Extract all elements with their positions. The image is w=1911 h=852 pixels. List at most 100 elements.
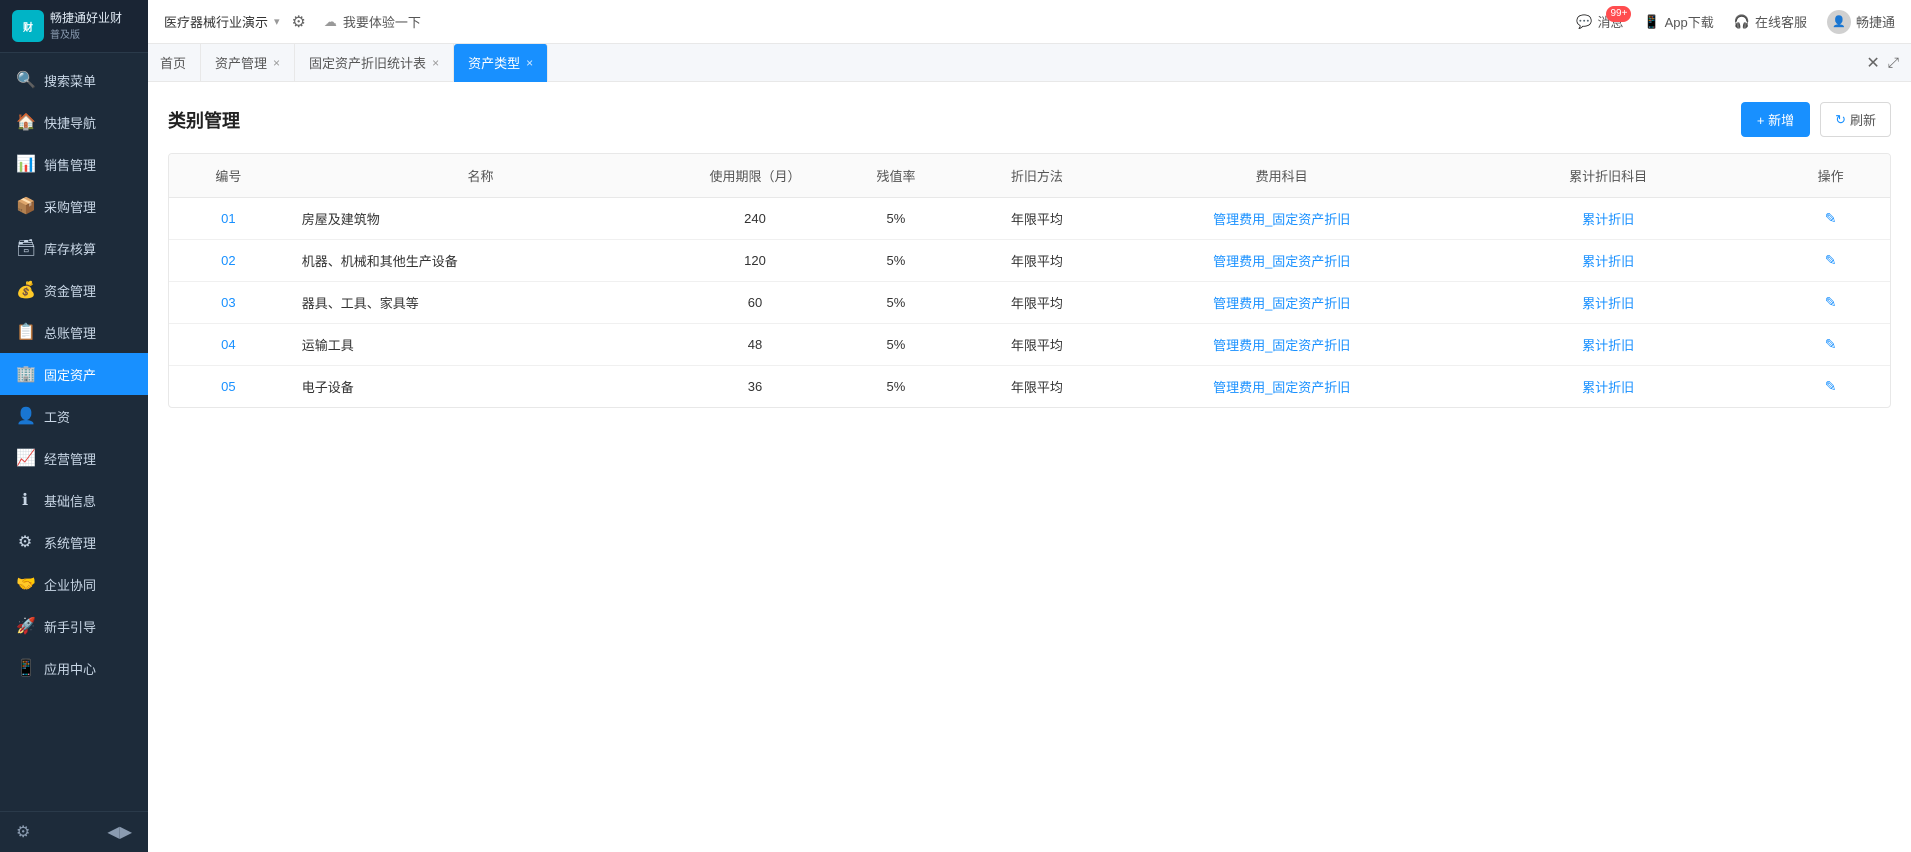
sidebar-item-label: 快捷导航: [44, 113, 96, 132]
ledger-icon: 📋: [16, 322, 34, 342]
tab-资产类型[interactable]: 资产类型×: [454, 44, 548, 82]
cell-period: 60: [673, 282, 836, 324]
sidebar-logo: 财 畅捷通好业财 普及版: [0, 0, 148, 53]
messages-button[interactable]: 💬 消息 99+: [1576, 12, 1623, 31]
cell-action: ✎: [1771, 240, 1890, 282]
trial-text: 我要体验一下: [343, 12, 421, 31]
cell-accumulated: 累计折旧: [1445, 198, 1771, 240]
app-name: 畅捷通好业财: [50, 11, 122, 27]
cell-action: ✎: [1771, 282, 1890, 324]
sidebar-item-basic[interactable]: ℹ基础信息: [0, 479, 148, 521]
operations-icon: 📈: [16, 448, 34, 468]
cell-residual: 5%: [837, 324, 956, 366]
cell-period: 240: [673, 198, 836, 240]
cell-code: 03: [169, 282, 288, 324]
cell-accumulated: 累计折旧: [1445, 240, 1771, 282]
sidebar-item-appstore[interactable]: 📱应用中心: [0, 647, 148, 689]
user-menu[interactable]: 👤 畅捷通: [1827, 10, 1895, 34]
cell-name: 机器、机械和其他生产设备: [288, 240, 674, 282]
tab-label: 固定资产折旧统计表: [309, 53, 426, 72]
sidebar-nav: 🔍搜索菜单 🏠 快捷导航 📊 销售管理 📦采购管理 🗃 库存核算 💰资金管理📋总账管理🏢固定资产…: [0, 53, 148, 811]
sidebar-item-ledger[interactable]: 📋总账管理: [0, 311, 148, 353]
quicknav-icon: 🏠: [16, 112, 34, 132]
cell-code: 01: [169, 198, 288, 240]
sidebar-item-label: 销售管理: [44, 155, 96, 174]
sidebar-item-search[interactable]: 🔍搜索菜单: [0, 59, 148, 101]
close-tab-icon[interactable]: ✕: [1866, 53, 1879, 73]
settings-icon[interactable]: ⚙: [16, 822, 30, 842]
sidebar-item-label: 搜索菜单: [44, 71, 96, 90]
edit-button[interactable]: ✎: [1825, 210, 1837, 226]
sidebar-item-guide[interactable]: 🚀 新手引导: [0, 605, 148, 647]
edit-button[interactable]: ✎: [1825, 294, 1837, 310]
tabs-right-actions: ✕ ⤢: [1866, 53, 1899, 73]
cell-name: 房屋及建筑物: [288, 198, 674, 240]
app-download-label: App下载: [1665, 12, 1714, 31]
cell-action: ✎: [1771, 198, 1890, 240]
cell-residual: 5%: [837, 198, 956, 240]
tab-label: 首页: [160, 53, 186, 72]
data-table: 编号 名称 使用期限（月） 残值率 折旧方法 费用科目 累计折旧科目 操作 01…: [168, 153, 1891, 408]
edit-button[interactable]: ✎: [1825, 252, 1837, 268]
tab-固定资产折旧统计表[interactable]: 固定资产折旧统计表 ×: [295, 44, 454, 82]
sidebar-item-quicknav[interactable]: 🏠 快捷导航: [0, 101, 148, 143]
appstore-icon: 📱: [16, 658, 34, 678]
refresh-label: 刷新: [1850, 110, 1876, 129]
cell-expense: 管理费用_固定资产折旧: [1118, 198, 1444, 240]
module-selector[interactable]: 医疗器械行业演示 ▾: [164, 12, 280, 31]
collapse-icon[interactable]: ◀▶: [107, 822, 132, 842]
sales-icon: 📊: [16, 154, 34, 174]
cell-period: 120: [673, 240, 836, 282]
cell-code: 05: [169, 366, 288, 408]
inventory-icon: 🗃: [16, 238, 34, 258]
table-row: 04 运输工具 48 5% 年限平均 管理费用_固定资产折旧 累计折旧 ✎: [169, 324, 1890, 366]
sidebar-item-label: 系统管理: [44, 533, 96, 552]
tab-close-icon[interactable]: ×: [273, 57, 280, 69]
sidebar-item-purchase[interactable]: 📦采购管理: [0, 185, 148, 227]
content-area: 类别管理 + 新增 ↻ 刷新 编号 名称 使用期限（月） 残值率 折旧方法: [148, 82, 1911, 852]
trial-button[interactable]: ☁ 我要体验一下: [324, 12, 421, 31]
cell-method: 年限平均: [955, 198, 1118, 240]
page-title: 类别管理: [168, 107, 240, 133]
sidebar-item-inventory[interactable]: 🗃 库存核算: [0, 227, 148, 269]
coop-icon: 🤝: [16, 574, 34, 594]
customer-service-button[interactable]: 🎧 在线客服: [1734, 12, 1807, 31]
cell-residual: 5%: [837, 366, 956, 408]
col-header-method: 折旧方法: [955, 154, 1118, 198]
purchase-icon: 📦: [16, 196, 34, 216]
refresh-button[interactable]: ↻ 刷新: [1820, 102, 1891, 137]
sidebar-item-label: 库存核算: [44, 239, 96, 258]
module-settings-icon[interactable]: ⚙: [292, 12, 306, 32]
phone-icon: 📱: [1643, 14, 1659, 30]
new-button[interactable]: + 新增: [1741, 102, 1810, 137]
edit-button[interactable]: ✎: [1825, 378, 1837, 394]
cell-name: 电子设备: [288, 366, 674, 408]
sidebar-item-system[interactable]: ⚙系统管理: [0, 521, 148, 563]
guide-icon: 🚀: [16, 616, 34, 636]
payroll-icon: 👤: [16, 406, 34, 426]
tab-label: 资产管理: [215, 53, 267, 72]
app-download-button[interactable]: 📱 App下载: [1643, 12, 1713, 31]
expand-icon[interactable]: ⤢: [1888, 54, 1899, 71]
tab-资产管理[interactable]: 资产管理 ×: [201, 44, 295, 82]
tab-close-icon[interactable]: ×: [432, 57, 439, 69]
table-row: 01 房屋及建筑物 240 5% 年限平均 管理费用_固定资产折旧 累计折旧 ✎: [169, 198, 1890, 240]
chevron-down-icon: ▾: [274, 15, 280, 28]
col-header-action: 操作: [1771, 154, 1890, 198]
edit-button[interactable]: ✎: [1825, 336, 1837, 352]
sidebar-item-coop[interactable]: 🤝企业协同: [0, 563, 148, 605]
cell-accumulated: 累计折旧: [1445, 282, 1771, 324]
sidebar-item-payroll[interactable]: 👤 工资: [0, 395, 148, 437]
capital-icon: 💰: [16, 280, 34, 300]
sidebar-item-fixed[interactable]: 🏢固定资产: [0, 353, 148, 395]
sidebar-item-label: 新手引导: [44, 617, 96, 636]
sidebar-footer: ⚙ ◀▶: [0, 811, 148, 852]
sidebar-item-sales[interactable]: 📊 销售管理: [0, 143, 148, 185]
sidebar-item-label: 工资: [44, 407, 70, 426]
messages-badge: 99+: [1606, 6, 1631, 22]
tab-首页[interactable]: 首页: [160, 44, 201, 82]
sidebar-item-operations[interactable]: 📈经营管理: [0, 437, 148, 479]
sidebar-item-capital[interactable]: 💰资金管理: [0, 269, 148, 311]
tab-close-icon[interactable]: ×: [526, 57, 533, 69]
cell-residual: 5%: [837, 240, 956, 282]
